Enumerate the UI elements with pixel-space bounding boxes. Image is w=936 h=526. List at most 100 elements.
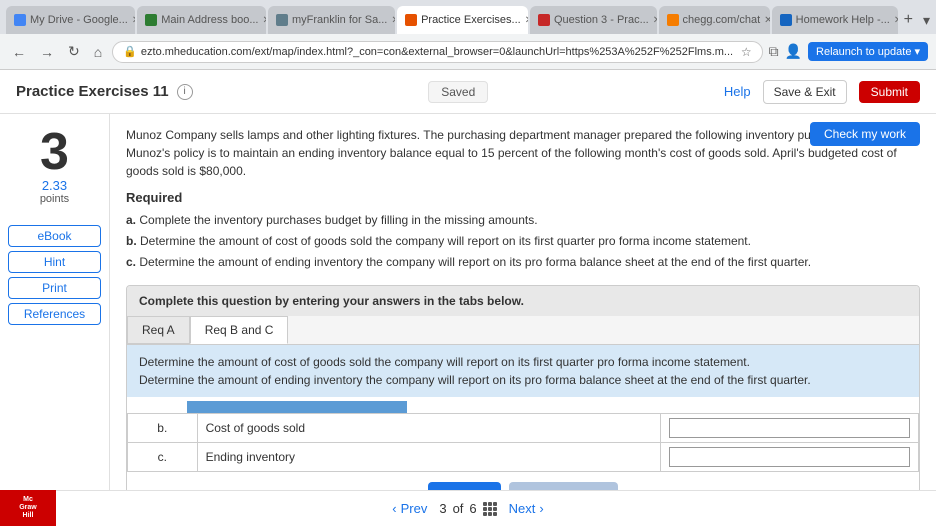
- tab-myfranklin-label: myFranklin for Sa...: [292, 14, 387, 26]
- tab-chegg-label: chegg.com/chat: [683, 14, 761, 26]
- sidebar: 3 2.33 points eBook Hint Print Reference…: [0, 114, 110, 490]
- row-c-key: c.: [128, 442, 198, 471]
- next-arrow-icon: ›: [539, 501, 543, 516]
- tab-chegg-close[interactable]: ✕: [764, 15, 770, 26]
- ending-inventory-input[interactable]: [669, 447, 910, 467]
- tab-req-bc-label: Req B and C: [205, 323, 274, 337]
- row-c-label: Ending inventory: [197, 442, 661, 471]
- total-pages: 6: [469, 501, 476, 516]
- mc-logo-text: McGrawHill: [19, 496, 37, 519]
- row-b-key: b.: [128, 413, 198, 442]
- points-label: points: [40, 193, 69, 205]
- bar-icons: ⧉ 👤 Relaunch to update ▾: [769, 42, 928, 61]
- tab-homework-close[interactable]: ✕: [894, 15, 898, 26]
- grid-dot-1: [483, 502, 487, 506]
- print-button[interactable]: Print: [8, 277, 101, 299]
- forward-button[interactable]: →: [36, 42, 58, 62]
- tab-homework-label: Homework Help -...: [796, 14, 890, 26]
- ebook-button[interactable]: eBook: [8, 225, 101, 247]
- main-content: 3 2.33 points eBook Hint Print Reference…: [0, 114, 936, 490]
- tab-buttons: Req A Req B and C: [127, 316, 919, 345]
- tab-instruction: Complete this question by entering your …: [127, 286, 919, 316]
- save-exit-button[interactable]: Save & Exit: [763, 80, 847, 104]
- question3-favicon: [538, 14, 550, 26]
- relaunch-button[interactable]: Relaunch to update ▾: [808, 42, 928, 61]
- help-link[interactable]: Help: [724, 84, 751, 99]
- grid-dot-6: [493, 507, 497, 511]
- next-label: Next: [509, 501, 536, 516]
- requirements-list: a. Complete the inventory purchases budg…: [126, 211, 920, 273]
- tab-content: Determine the amount of cost of goods so…: [127, 345, 919, 490]
- relaunch-label: Relaunch to update: [816, 46, 911, 58]
- home-button[interactable]: ⌂: [90, 42, 106, 62]
- google-favicon: [14, 14, 26, 26]
- prev-label: Prev: [401, 501, 428, 516]
- tab-practice-close[interactable]: ✕: [525, 15, 528, 26]
- cost-of-goods-input[interactable]: [669, 418, 910, 438]
- grid-dot-2: [488, 502, 492, 506]
- reload-button[interactable]: ↻: [64, 41, 84, 62]
- tab-myfranklin-close[interactable]: ✕: [391, 15, 395, 26]
- table-row: c. Ending inventory: [128, 442, 919, 471]
- grid-icon[interactable]: [483, 502, 497, 516]
- required-label: Required: [126, 190, 920, 205]
- header-left: Practice Exercises 11 i: [16, 83, 193, 100]
- extensions-icon[interactable]: ⧉: [769, 43, 779, 60]
- star-icon[interactable]: ☆: [741, 45, 752, 59]
- tab-address-label: Main Address boo...: [161, 14, 258, 26]
- info-icon[interactable]: i: [177, 84, 193, 100]
- row-b-label: Cost of goods sold: [197, 413, 661, 442]
- row-c-value[interactable]: [661, 442, 919, 471]
- tab-req-a-button[interactable]: Req A: [127, 316, 190, 344]
- tab-myfranklin[interactable]: myFranklin for Sa... ✕: [268, 6, 395, 34]
- new-tab-button[interactable]: +: [900, 11, 917, 29]
- tab-google-close[interactable]: ✕: [132, 15, 135, 26]
- tab-practice[interactable]: Practice Exercises... ✕: [397, 6, 528, 34]
- tab-question3-close[interactable]: ✕: [653, 15, 657, 26]
- footer-center: ‹ Prev 3 of 6 Next ›: [0, 501, 936, 516]
- address-favicon: [145, 14, 157, 26]
- grid-dot-9: [493, 512, 497, 516]
- tab-description: Determine the amount of cost of goods so…: [127, 345, 919, 397]
- next-req-button[interactable]: Req B and C ›: [509, 482, 618, 490]
- grid-dot-4: [483, 507, 487, 511]
- next-button[interactable]: Next ›: [509, 501, 544, 516]
- req-c: c. Determine the amount of ending invent…: [126, 253, 920, 272]
- relaunch-chevron: ▾: [914, 45, 920, 58]
- submit-button[interactable]: Submit: [859, 81, 920, 103]
- tab-req-bc-button[interactable]: Req B and C: [190, 316, 289, 344]
- tab-practice-label: Practice Exercises...: [421, 14, 521, 26]
- tab-chegg[interactable]: chegg.com/chat ✕: [659, 6, 770, 34]
- tab-google[interactable]: My Drive - Google... ✕: [6, 6, 135, 34]
- req-b-text: Determine the amount of cost of goods so…: [140, 234, 751, 248]
- chegg-favicon: [667, 14, 679, 26]
- tab-homework[interactable]: Homework Help -... ✕: [772, 6, 898, 34]
- req-bc-table: b. Cost of goods sold c. Ending inventor…: [127, 413, 919, 472]
- prev-req-button[interactable]: ‹ Req A: [428, 482, 501, 490]
- row-b-value[interactable]: [661, 413, 919, 442]
- tab-nav: ‹ Req A Req B and C ›: [127, 472, 919, 490]
- grid-dot-7: [483, 512, 487, 516]
- references-button[interactable]: References: [8, 303, 101, 325]
- prev-arrow-icon: ‹: [392, 501, 396, 516]
- saved-badge: Saved: [428, 81, 488, 103]
- hint-button[interactable]: Hint: [8, 251, 101, 273]
- back-button[interactable]: ←: [8, 42, 30, 62]
- tab-question3[interactable]: Question 3 - Prac... ✕: [530, 6, 657, 34]
- profile-icon[interactable]: 👤: [785, 43, 802, 60]
- tab-section: Complete this question by entering your …: [126, 285, 920, 490]
- tab-overflow-icon[interactable]: ▾: [923, 12, 930, 29]
- tab-google-label: My Drive - Google...: [30, 14, 128, 26]
- grid-dot-8: [488, 512, 492, 516]
- req-a: a. Complete the inventory purchases budg…: [126, 211, 920, 230]
- check-my-work-button[interactable]: Check my work: [810, 122, 920, 146]
- sidebar-links: eBook Hint Print References: [8, 225, 101, 325]
- question-text: Munoz Company sells lamps and other ligh…: [126, 126, 920, 180]
- browser-tabs: My Drive - Google... ✕ Main Address boo.…: [0, 0, 936, 34]
- address-bar[interactable]: 🔒 ezto.mheducation.com/ext/map/index.htm…: [112, 41, 762, 63]
- prev-button[interactable]: ‹ Prev: [392, 501, 427, 516]
- tab-address[interactable]: Main Address boo... ✕: [137, 6, 266, 34]
- tab-address-close[interactable]: ✕: [263, 15, 267, 26]
- saved-area: Saved: [193, 81, 724, 103]
- header-right: Help Save & Exit Submit: [724, 80, 920, 104]
